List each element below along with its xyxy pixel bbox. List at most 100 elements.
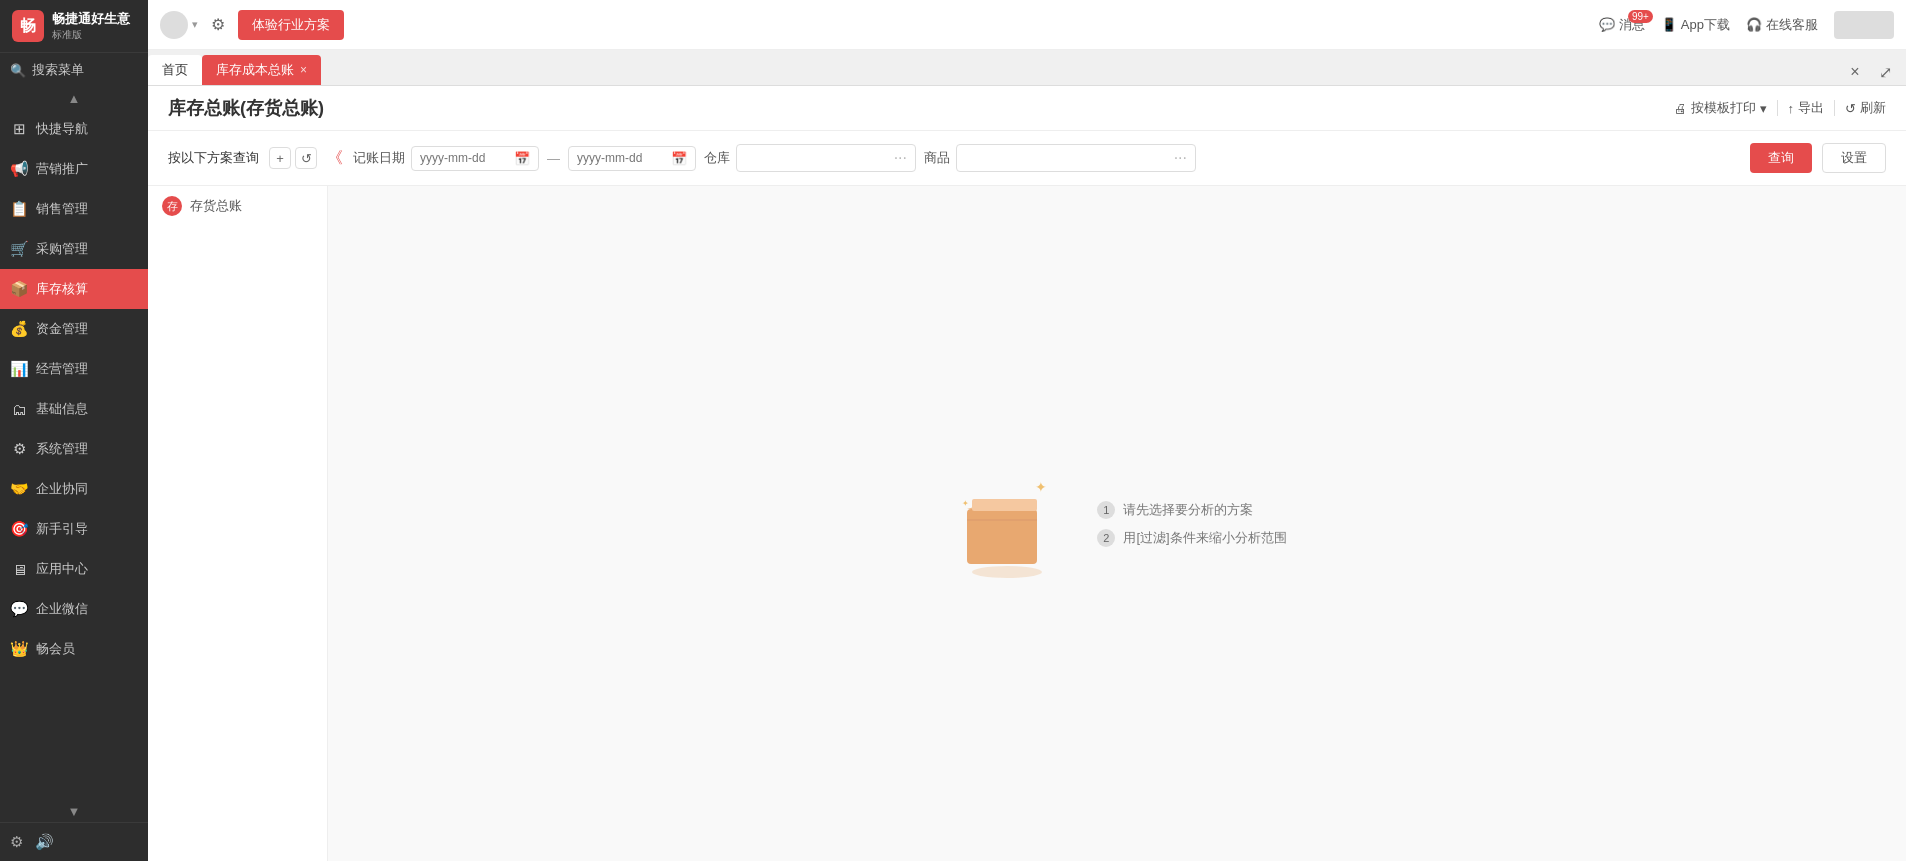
svg-text:✦: ✦ — [962, 499, 969, 508]
filter-row: 按以下方案查询 + ↺ 《 记账日期 📅 — — [168, 143, 1886, 173]
sidebar-scroll-up[interactable]: ▲ — [0, 87, 148, 109]
empty-box-svg: ✦ ✦ — [947, 464, 1067, 584]
warehouse-more-icon[interactable]: ··· — [894, 149, 907, 167]
sidebar-item-sales[interactable]: 📋 销售管理 — [0, 189, 148, 229]
message-action[interactable]: 💬 消息 99+ — [1599, 16, 1645, 34]
sidebar-item-enterprise[interactable]: 🤝 企业协同 — [0, 469, 148, 509]
sidebar-item-finance[interactable]: 💰 资金管理 — [0, 309, 148, 349]
content-with-sidebar: 存 存货总账 — [148, 186, 1906, 861]
divider-2 — [1834, 100, 1835, 116]
filter-collapse-btn[interactable]: 《 — [327, 148, 343, 169]
calendar-end-icon[interactable]: 📅 — [671, 151, 687, 166]
filter-add-btn[interactable]: + — [269, 147, 291, 169]
print-icon: 🖨 — [1674, 101, 1687, 116]
scheme-sidebar: 存 存货总账 — [148, 186, 328, 861]
date-filter-group: 记账日期 📅 — 📅 — [353, 146, 696, 171]
tip-num-1: 1 — [1097, 501, 1115, 519]
scheme-item-label: 存货总账 — [190, 197, 242, 215]
svg-rect-1 — [967, 509, 1037, 564]
app-logo-icon: 畅 — [12, 10, 44, 42]
sidebar-nav: ⊞ 快捷导航 📢 营销推广 📋 销售管理 🛒 采购管理 📦 库存核算 💰 资金管… — [0, 109, 148, 800]
topbar-user-right-avatar[interactable] — [1834, 11, 1894, 39]
page-title: 库存总账(存货总账) — [168, 96, 324, 120]
scheme-item-inventory-ledger[interactable]: 存 存货总账 — [148, 186, 327, 226]
tab-corner-buttons: × ⤢ — [1842, 59, 1906, 85]
app-center-icon: 🖥 — [10, 561, 28, 578]
filter-reset-btn[interactable]: ↺ — [295, 147, 317, 169]
warehouse-select[interactable]: ··· — [736, 144, 916, 172]
sidebar-scroll-down[interactable]: ▼ — [0, 800, 148, 822]
query-button[interactable]: 查询 — [1750, 143, 1812, 173]
filter-add-buttons: + ↺ — [269, 147, 317, 169]
date-start-input-wrap[interactable]: 📅 — [411, 146, 539, 171]
topbar-user-area[interactable]: ▾ — [160, 11, 198, 39]
sidebar-item-inventory[interactable]: 📦 库存核算 — [0, 269, 148, 309]
refresh-button[interactable]: ↺ 刷新 — [1845, 99, 1886, 117]
finance-icon: 💰 — [10, 320, 28, 338]
audio-bottom-icon[interactable]: 🔊 — [35, 833, 54, 851]
sidebar-item-app-center[interactable]: 🖥 应用中心 — [0, 549, 148, 589]
settings-bottom-icon[interactable]: ⚙ — [10, 833, 23, 851]
tab-corner-close[interactable]: × — [1842, 59, 1868, 85]
date-end-input-wrap[interactable]: 📅 — [568, 146, 696, 171]
export-button[interactable]: ↑ 导出 — [1788, 99, 1825, 117]
product-select[interactable]: ··· — [956, 144, 1196, 172]
headset-icon: 🎧 — [1746, 17, 1762, 32]
tab-inventory-ledger[interactable]: 库存成本总账 × — [202, 55, 321, 85]
sidebar-item-basic[interactable]: 🗂 基础信息 — [0, 389, 148, 429]
warehouse-filter-group: 仓库 ··· — [704, 144, 916, 172]
sidebar-logo: 畅 畅捷通好生意 标准版 — [0, 0, 148, 53]
divider-1 — [1777, 100, 1778, 116]
svg-text:✦: ✦ — [1035, 479, 1047, 495]
tip-text-1: 请先选择要分析的方案 — [1123, 501, 1253, 519]
app-download-action[interactable]: 📱 App下载 — [1661, 16, 1730, 34]
sidebar-item-quick-nav[interactable]: ⊞ 快捷导航 — [0, 109, 148, 149]
sidebar-item-newbie[interactable]: 🎯 新手引导 — [0, 509, 148, 549]
product-label: 商品 — [924, 149, 950, 167]
operation-icon: 📊 — [10, 360, 28, 378]
sidebar-item-operation[interactable]: 📊 经营管理 — [0, 349, 148, 389]
filter-fields: 记账日期 📅 — 📅 仓库 — [353, 144, 1740, 172]
tip-text-2: 用[过滤]条件来缩小分析范围 — [1123, 529, 1286, 547]
print-chevron-icon: ▾ — [1760, 101, 1767, 116]
sidebar-item-marketing[interactable]: 📢 营销推广 — [0, 149, 148, 189]
sidebar-item-member[interactable]: 👑 畅会员 — [0, 629, 148, 669]
system-icon: ⚙ — [10, 440, 28, 458]
enterprise-icon: 🤝 — [10, 480, 28, 498]
svg-point-0 — [972, 566, 1042, 578]
basic-icon: 🗂 — [10, 401, 28, 418]
settings-button[interactable]: 设置 — [1822, 143, 1886, 173]
tab-home[interactable]: 首页 — [148, 55, 202, 85]
empty-area: ✦ ✦ 1 请先选择要分析的方案 2 用[过滤]条件来缩小分析范围 — [328, 186, 1906, 861]
sidebar-search[interactable]: 🔍 搜索菜单 — [0, 53, 148, 87]
filter-label: 按以下方案查询 — [168, 149, 259, 167]
scheme-icon: 存 — [162, 196, 182, 216]
topbar-gear-button[interactable]: ⚙ — [204, 11, 232, 39]
tab-corner-expand[interactable]: ⤢ — [1872, 59, 1898, 85]
product-more-icon[interactable]: ··· — [1174, 149, 1187, 167]
message-badge: 99+ — [1628, 10, 1653, 23]
calendar-start-icon[interactable]: 📅 — [514, 151, 530, 166]
sidebar-item-system[interactable]: ⚙ 系统管理 — [0, 429, 148, 469]
page-header: 库存总账(存货总账) 🖨 按模板打印 ▾ ↑ 导出 ↺ 刷新 — [148, 86, 1906, 131]
product-filter-group: 商品 ··· — [924, 144, 1196, 172]
print-button[interactable]: 🖨 按模板打印 ▾ — [1674, 99, 1767, 117]
topbar-left: ▾ ⚙ 体验行业方案 — [160, 10, 1591, 40]
sidebar-item-purchase[interactable]: 🛒 采购管理 — [0, 229, 148, 269]
date-start-input[interactable] — [420, 151, 510, 165]
empty-illustration: ✦ ✦ — [947, 464, 1067, 584]
tabbar: 首页 库存成本总账 × × ⤢ — [148, 50, 1906, 86]
wechat-icon: 💬 — [10, 600, 28, 618]
member-icon: 👑 — [10, 640, 28, 658]
sidebar-bottom: ⚙ 🔊 — [0, 822, 148, 861]
search-icon: 🔍 — [10, 63, 26, 78]
main-content: ▾ ⚙ 体验行业方案 💬 消息 99+ 📱 App下载 🎧 在线客服 首页 — [148, 0, 1906, 861]
industry-btn[interactable]: 体验行业方案 — [238, 10, 344, 40]
sidebar-item-wechat[interactable]: 💬 企业微信 — [0, 589, 148, 629]
date-end-input[interactable] — [577, 151, 667, 165]
online-service-action[interactable]: 🎧 在线客服 — [1746, 16, 1818, 34]
tab-close-icon[interactable]: × — [300, 63, 307, 77]
svg-rect-4 — [967, 519, 1037, 521]
empty-tips: 1 请先选择要分析的方案 2 用[过滤]条件来缩小分析范围 — [1097, 501, 1286, 547]
user-avatar — [160, 11, 188, 39]
